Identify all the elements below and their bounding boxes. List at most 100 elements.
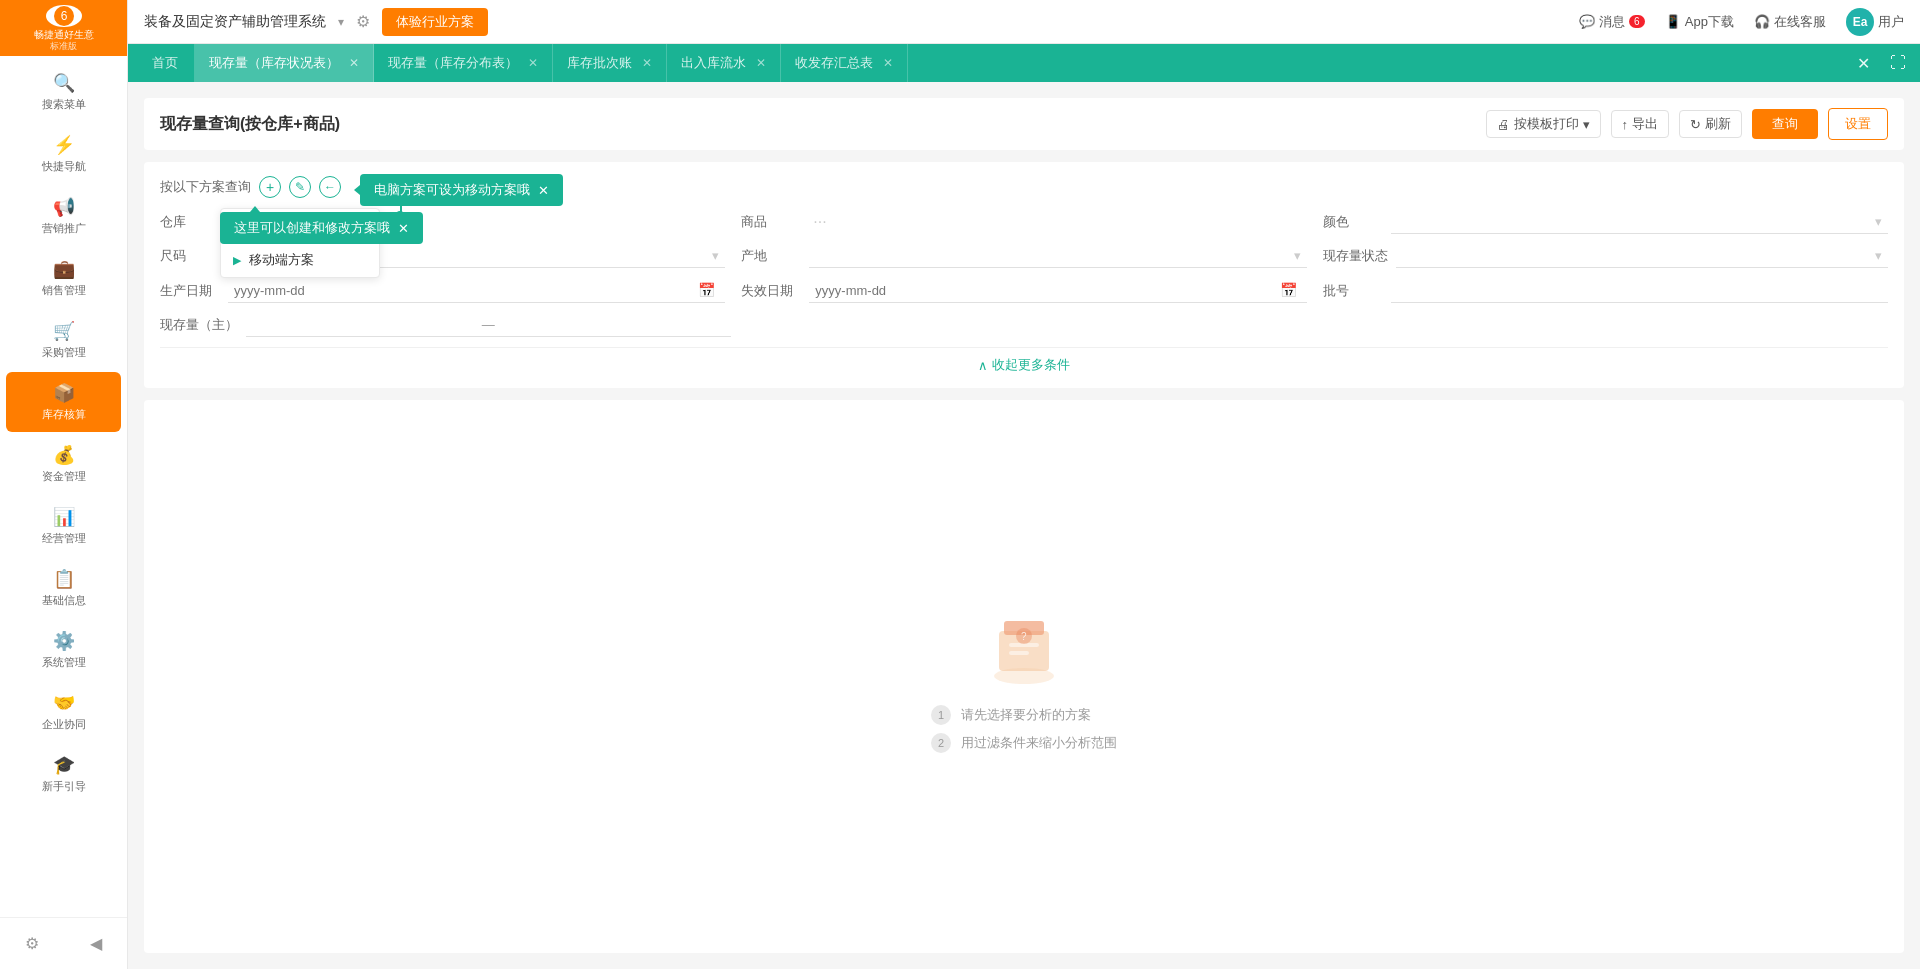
filter-edit-btn[interactable]: ✎ <box>289 176 311 198</box>
system-title: 装备及固定资产辅助管理系统 <box>144 13 326 31</box>
tab-receive-summary[interactable]: 收发存汇总表 ✕ <box>781 44 908 82</box>
goods-label: 商品 <box>741 213 801 231</box>
tab-close-receive-summary[interactable]: ✕ <box>883 56 893 70</box>
refresh-btn[interactable]: ↻ 刷新 <box>1679 110 1742 138</box>
message-btn[interactable]: 💬 消息 6 <box>1579 13 1645 31</box>
sidebar-item-marketing[interactable]: 📢 营销推广 <box>6 186 121 246</box>
current-stock-min-input[interactable] <box>252 317 476 332</box>
sidebar-collapse-btn[interactable]: ◀ <box>82 930 110 957</box>
tooltip-create: 这里可以创建和修改方案哦 ✕ <box>220 212 423 244</box>
expire-date-calendar-icon[interactable]: 📅 <box>1276 282 1301 298</box>
produce-date-label: 生产日期 <box>160 282 220 300</box>
tab-inventory-status[interactable]: 现存量（库存状况表） ✕ <box>195 44 374 82</box>
sidebar-settings-btn[interactable]: ⚙ <box>17 930 47 957</box>
sidebar-item-enterprise[interactable]: 🤝 企业协同 <box>6 682 121 742</box>
print-template-btn[interactable]: 🖨 按模板打印 ▾ <box>1486 110 1601 138</box>
app-download-btn[interactable]: 📱 App下载 <box>1665 13 1734 31</box>
close-all-tabs-btn[interactable]: ✕ <box>1851 54 1876 73</box>
expire-date-label: 失效日期 <box>741 282 801 300</box>
field-produce-date: 生产日期 📅 <box>160 278 725 303</box>
user-profile-btn[interactable]: Ea 用户 <box>1846 8 1904 36</box>
tooltip-scheme-close-btn[interactable]: ✕ <box>538 183 549 198</box>
refresh-icon: ↻ <box>1690 117 1701 132</box>
logo-icon: 6 <box>46 5 82 27</box>
tab-batch-ledger[interactable]: 库存批次账 ✕ <box>553 44 667 82</box>
tab-inventory-dist[interactable]: 现存量（库存分布表） ✕ <box>374 44 553 82</box>
filter-header: 按以下方案查询 + ✎ ← 电脑方案可设为移动方案哦 ✕ ▶ 电脑端方案 <box>160 176 1888 198</box>
page-actions: 🖨 按模板打印 ▾ ↑ 导出 ↻ 刷新 查询 设置 <box>1486 108 1889 140</box>
tab-close-inventory-status[interactable]: ✕ <box>349 56 359 70</box>
collapse-btn[interactable]: ∧ 收起更多条件 <box>978 356 1070 374</box>
field-current-stock: 现存量（主） — <box>160 313 731 337</box>
app-header: 装备及固定资产辅助管理系统 ▾ ⚙ 体验行业方案 💬 消息 6 📱 App下载 … <box>128 0 1920 44</box>
settings-gear-icon[interactable]: ⚙ <box>356 12 370 31</box>
empty-illustration: ? <box>979 601 1069 691</box>
origin-chevron-down-icon: ▾ <box>1294 248 1301 263</box>
tab-bar: 首页 现存量（库存状况表） ✕ 现存量（库存分布表） ✕ 库存批次账 ✕ 出入库… <box>128 44 1920 82</box>
sidebar-footer: ⚙ ◀ <box>0 917 127 969</box>
scheme-mobile-item[interactable]: ▶ 移动端方案 <box>221 243 379 277</box>
sidebar-item-finance[interactable]: 💰 资金管理 <box>6 434 121 494</box>
header-left: 装备及固定资产辅助管理系统 ▾ ⚙ 体验行业方案 <box>144 8 488 36</box>
size-label: 尺码 <box>160 247 220 265</box>
search-btn[interactable]: 查询 <box>1752 109 1818 139</box>
tab-inout-flow[interactable]: 出入库流水 ✕ <box>667 44 781 82</box>
sidebar-item-basic[interactable]: 📋 基础信息 <box>6 558 121 618</box>
step-num-2: 2 <box>931 733 951 753</box>
logo-text: 畅捷通好生意 标准版 <box>34 29 94 52</box>
fullscreen-btn[interactable]: ⛶ <box>1884 54 1912 73</box>
sidebar-item-system[interactable]: ⚙️ 系统管理 <box>6 620 121 680</box>
tab-home[interactable]: 首页 <box>136 44 195 82</box>
avatar: Ea <box>1846 8 1874 36</box>
tab-close-inventory-dist[interactable]: ✕ <box>528 56 538 70</box>
tab-close-batch-ledger[interactable]: ✕ <box>642 56 652 70</box>
field-stock-status: 现存量状态 ▾ <box>1323 244 1888 268</box>
filter-arrow-btn[interactable]: ← <box>319 176 341 198</box>
marketing-icon: 📢 <box>53 196 75 218</box>
current-stock-label: 现存量（主） <box>160 316 238 334</box>
goods-dots-btn[interactable]: ··· <box>809 213 830 231</box>
page-title: 现存量查询(按仓库+商品) <box>160 114 340 135</box>
sidebar-item-search[interactable]: 🔍 搜索菜单 <box>6 62 121 122</box>
chevron-up-icon: ∧ <box>978 358 988 373</box>
tooltip-create-close-btn[interactable]: ✕ <box>398 221 409 236</box>
finance-icon: 💰 <box>53 444 75 466</box>
field-origin: 产地 ▾ <box>741 244 1306 268</box>
sidebar-item-operation[interactable]: 📊 经营管理 <box>6 496 121 556</box>
stock-status-select[interactable]: ▾ <box>1396 244 1888 268</box>
purchase-icon: 🛒 <box>53 320 75 342</box>
filter-add-btn[interactable]: + <box>259 176 281 198</box>
produce-date-input[interactable] <box>234 283 694 298</box>
settings-btn[interactable]: 设置 <box>1828 108 1888 140</box>
svg-text:?: ? <box>1021 631 1027 642</box>
expire-date-input[interactable] <box>815 283 1275 298</box>
stock-status-chevron-down-icon: ▾ <box>1875 248 1882 263</box>
sidebar-item-quick[interactable]: ⚡ 快捷导航 <box>6 124 121 184</box>
color-label: 颜色 <box>1323 213 1383 231</box>
chevron-right-icon2: ▶ <box>233 254 241 267</box>
color-select[interactable]: ▾ <box>1391 210 1888 234</box>
filter-row-3: 生产日期 📅 失效日期 📅 批号 <box>160 278 1888 303</box>
page-content: 现存量查询(按仓库+商品) 🖨 按模板打印 ▾ ↑ 导出 ↻ 刷新 查询 设置 <box>128 82 1920 969</box>
online-support-btn[interactable]: 🎧 在线客服 <box>1754 13 1826 31</box>
origin-select[interactable]: ▾ <box>809 244 1306 268</box>
print-icon: 🖨 <box>1497 117 1510 132</box>
produce-date-calendar-icon[interactable]: 📅 <box>694 282 719 298</box>
batch-no-input[interactable] <box>1391 279 1888 303</box>
system-dropdown-btn[interactable]: ▾ <box>338 15 344 29</box>
basic-icon: 📋 <box>53 568 75 590</box>
sidebar-item-guide[interactable]: 🎓 新手引导 <box>6 744 121 804</box>
tab-close-inout-flow[interactable]: ✕ <box>756 56 766 70</box>
system-icon: ⚙️ <box>53 630 75 652</box>
sidebar-item-sales[interactable]: 💼 销售管理 <box>6 248 121 308</box>
quick-icon: ⚡ <box>53 134 75 156</box>
sidebar-item-purchase[interactable]: 🛒 采购管理 <box>6 310 121 370</box>
current-stock-max-input[interactable] <box>501 317 725 332</box>
color-chevron-down-icon: ▾ <box>1875 214 1882 229</box>
export-icon: ↑ <box>1622 117 1629 132</box>
sidebar-item-inventory[interactable]: 📦 库存核算 <box>6 372 121 432</box>
tooltip-scheme: 电脑方案可设为移动方案哦 ✕ <box>360 174 563 206</box>
enterprise-icon: 🤝 <box>53 692 75 714</box>
industry-btn[interactable]: 体验行业方案 <box>382 8 488 36</box>
export-btn[interactable]: ↑ 导出 <box>1611 110 1670 138</box>
